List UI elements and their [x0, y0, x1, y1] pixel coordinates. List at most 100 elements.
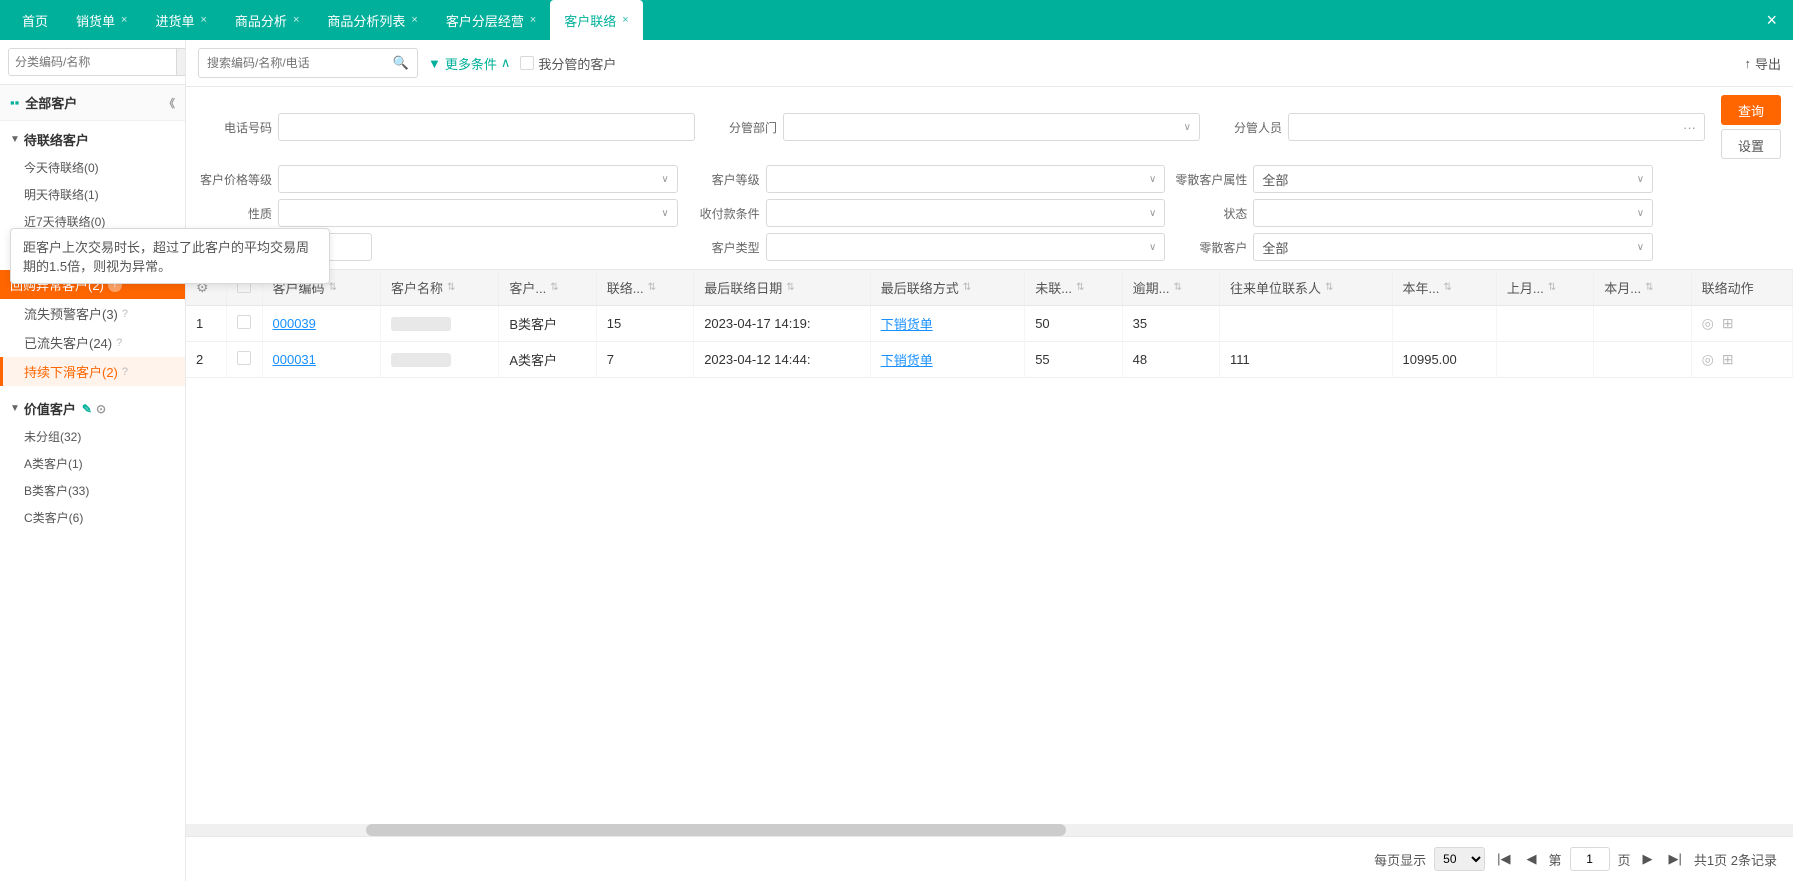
sidebar-item-ungrouped[interactable]: 未分组(32) [0, 423, 185, 450]
customer-grade-select[interactable]: ∨ [766, 165, 1166, 193]
row1-contact-person [1220, 306, 1393, 342]
settings-button[interactable]: 设置 [1721, 129, 1781, 159]
sidebar-search-input[interactable] [8, 48, 177, 76]
close-purchase-icon[interactable]: × [200, 14, 206, 26]
row2-overdue: 48 [1122, 342, 1219, 378]
group-pending-title[interactable]: ▼ 待联络客户 [0, 125, 185, 154]
horizontal-scrollbar[interactable] [186, 824, 1793, 836]
row1-this-month [1594, 306, 1691, 342]
sort-this-month-icon[interactable]: ⇅ [1645, 282, 1653, 293]
sidebar-item-a-class[interactable]: A类客户(1) [0, 450, 185, 477]
sidebar-item-b-class[interactable]: B类客户(33) [0, 477, 185, 504]
row2-code[interactable]: 000031 [262, 342, 380, 378]
row1-contact-icon[interactable]: ◎ [1702, 315, 1714, 332]
sidebar-item-tomorrow[interactable]: 明天待联络(1) [0, 181, 185, 208]
row2-select-checkbox[interactable] [237, 351, 251, 365]
status-select[interactable]: ∨ [1253, 199, 1653, 227]
close-analysis-icon[interactable]: × [293, 14, 299, 26]
phone-input[interactable] [278, 113, 695, 141]
row1-code[interactable]: 000039 [262, 306, 380, 342]
more-conditions-button[interactable]: ▼ 更多条件 ∧ [428, 54, 510, 73]
row1-select-checkbox[interactable] [237, 315, 251, 329]
query-button[interactable]: 查询 [1721, 95, 1781, 125]
nav-analysis-list[interactable]: 商品分析列表 × [313, 0, 431, 40]
row1-last-method[interactable]: 下销货单 [870, 306, 1025, 342]
filter-customer-grade: 客户等级 ∨ [686, 165, 1166, 193]
customer-type-select[interactable]: ∨ [766, 233, 1166, 261]
export-button[interactable]: ↑ 导出 [1744, 54, 1781, 73]
sort-uncontact-icon[interactable]: ⇅ [1076, 282, 1084, 293]
retail-customer-select[interactable]: 全部 ∨ [1253, 233, 1653, 261]
col-uncontact: 未联... ⇅ [1025, 270, 1122, 306]
sort-overdue-icon[interactable]: ⇅ [1173, 282, 1181, 293]
first-page-button[interactable]: |◀ [1493, 849, 1514, 869]
payment-select[interactable]: ∨ [766, 199, 1166, 227]
nature-select[interactable]: ∨ [278, 199, 678, 227]
scrollbar-thumb[interactable] [366, 824, 1066, 836]
nav-home[interactable]: 首页 [8, 0, 62, 40]
nav-purchase[interactable]: 进货单 × [141, 0, 220, 40]
search-bar: 🔍 [198, 48, 418, 78]
row2-actions: ◎ ⊞ [1691, 342, 1792, 378]
settings-groups-icon[interactable]: ⊙ [96, 402, 106, 416]
dept-select[interactable]: ∨ [783, 113, 1200, 141]
row2-name [380, 342, 498, 378]
close-analysis-list-icon[interactable]: × [411, 14, 417, 26]
close-sales-icon[interactable]: × [121, 14, 127, 26]
edit-groups-icon[interactable]: ✎ [82, 402, 92, 416]
group-value-title[interactable]: ▼ 价值客户 ✎ ⊙ [0, 394, 185, 423]
sort-last-method-icon[interactable]: ⇅ [963, 282, 971, 293]
sidebar-search-button[interactable]: 🔍 [177, 48, 186, 76]
sort-contact-icon[interactable]: ⇅ [648, 282, 656, 293]
next-page-button[interactable]: ▶ [1639, 849, 1657, 869]
page-number-input[interactable] [1570, 847, 1610, 871]
sidebar-item-c-class[interactable]: C类客户(6) [0, 504, 185, 531]
main-search-icon[interactable]: 🔍 [393, 55, 409, 71]
abnormal-tooltip: 距客户上次交易时长，超过了此客户的平均交易周期的1.5倍，则视为异常。 [10, 228, 330, 284]
close-customer-tier-icon[interactable]: × [530, 14, 536, 26]
col-contact-count: 联络... ⇅ [596, 270, 693, 306]
arrow-icon-value: ▼ [10, 403, 20, 414]
row2-contact-icon[interactable]: ◎ [1702, 351, 1714, 368]
filter-price-grade: 客户价格等级 ∨ [198, 165, 678, 193]
main-layout: 🔍 ▪▪ 全部客户 《 ▼ 待联络客户 今天待联络(0) 明天待联络(1) 近7… [0, 40, 1793, 881]
sort-code-icon[interactable]: ⇅ [329, 282, 337, 293]
close-customer-contact-icon[interactable]: × [622, 14, 628, 26]
sidebar-collapse-icon[interactable]: 《 [164, 95, 175, 111]
sort-this-year-icon[interactable]: ⇅ [1443, 282, 1451, 293]
sidebar-item-declining[interactable]: 持续下滑客户(2) ? [0, 357, 185, 386]
filter-person: 分管人员 ··· [1208, 113, 1705, 141]
main-search-input[interactable] [207, 56, 393, 70]
row2-last-method[interactable]: 下销货单 [870, 342, 1025, 378]
retail-attr-select[interactable]: 全部 ∨ [1253, 165, 1653, 193]
nav-sales[interactable]: 销货单 × [62, 0, 141, 40]
sort-contact-person-icon[interactable]: ⇅ [1325, 282, 1333, 293]
sort-name-icon[interactable]: ⇅ [447, 282, 455, 293]
filter-nature: 性质 ∨ [198, 199, 678, 227]
sidebar-item-lost[interactable]: 已流失客户(24) ? [0, 328, 185, 357]
row2-more-icon[interactable]: ⊞ [1722, 351, 1734, 368]
price-grade-select[interactable]: ∨ [278, 165, 678, 193]
sidebar-item-loss-warning[interactable]: 流失预警客户(3) ? [0, 299, 185, 328]
row1-more-icon[interactable]: ⊞ [1722, 315, 1734, 332]
sort-type-icon[interactable]: ⇅ [550, 282, 558, 293]
sort-last-month-icon[interactable]: ⇅ [1548, 282, 1556, 293]
col-name: 客户名称 ⇅ [380, 270, 498, 306]
last-page-button[interactable]: ▶| [1665, 849, 1686, 869]
filter-row-2: 客户价格等级 ∨ 客户等级 ∨ 零散客户属性 全部 [198, 165, 1781, 193]
row1-this-year [1392, 306, 1496, 342]
content-area: 🔍 ▼ 更多条件 ∧ 我分管的客户 ↑ 导出 电话号码 [186, 40, 1793, 881]
all-customers-header[interactable]: ▪▪ 全部客户 《 [0, 85, 185, 121]
sidebar-item-today[interactable]: 今天待联络(0) [0, 154, 185, 181]
per-page-select[interactable]: 50 20 100 [1434, 847, 1485, 871]
nav-customer-tier[interactable]: 客户分层经营 × [432, 0, 550, 40]
close-all-tabs-button[interactable]: × [1758, 10, 1785, 31]
nav-analysis[interactable]: 商品分析 × [221, 0, 313, 40]
nav-customer-contact[interactable]: 客户联络 × [550, 0, 642, 40]
my-customers-checkbox[interactable] [520, 56, 534, 70]
row2-uncontact: 55 [1025, 342, 1122, 378]
prev-page-button[interactable]: ◀ [1523, 849, 1541, 869]
row1-uncontact: 50 [1025, 306, 1122, 342]
sort-last-date-icon[interactable]: ⇅ [786, 282, 794, 293]
person-select[interactable]: ··· [1288, 113, 1705, 141]
